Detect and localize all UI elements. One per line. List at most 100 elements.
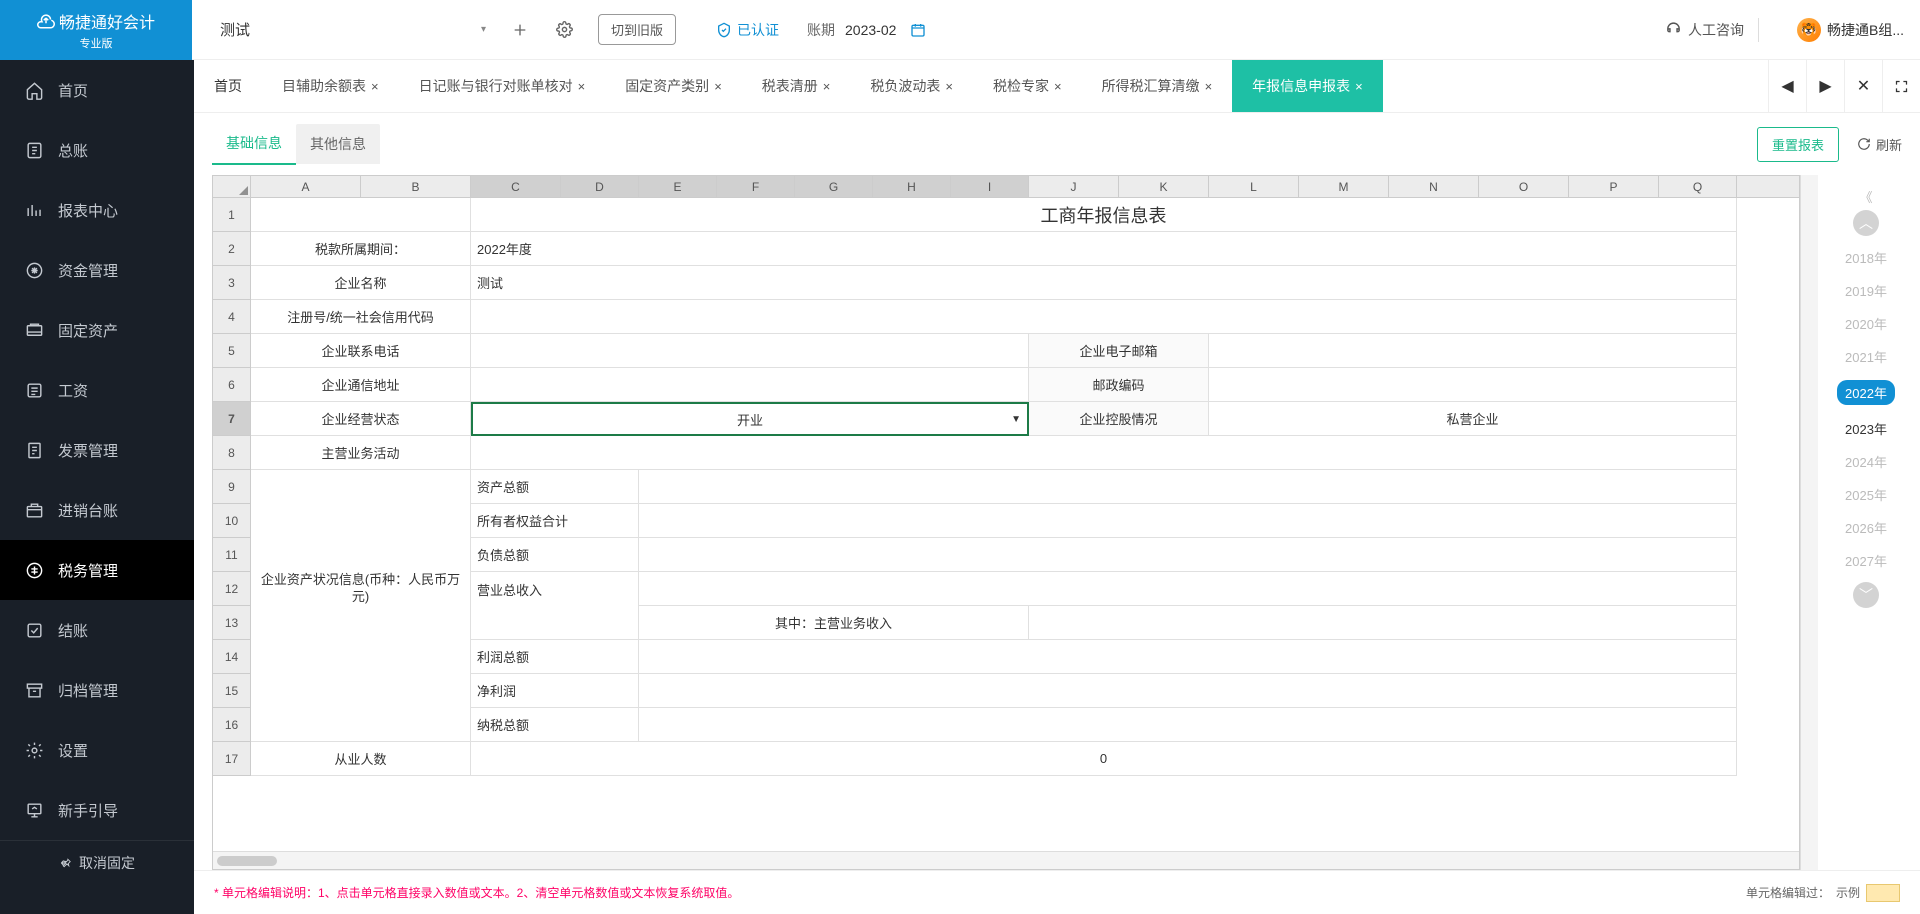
nav-item-funds[interactable]: 资金管理 bbox=[0, 240, 194, 300]
nav-item-report[interactable]: 报表中心 bbox=[0, 180, 194, 240]
rowhdr-8[interactable]: 8 bbox=[213, 436, 251, 470]
cell[interactable] bbox=[251, 538, 471, 572]
tab-3[interactable]: 税表清册× bbox=[742, 60, 851, 112]
cell[interactable] bbox=[639, 640, 1737, 674]
year-2018年[interactable]: 2018年 bbox=[1845, 248, 1887, 267]
cell[interactable] bbox=[251, 708, 471, 742]
support-link[interactable]: 人工咨询 bbox=[1665, 20, 1744, 40]
cell[interactable]: 企业通信地址 bbox=[251, 368, 471, 402]
cell[interactable]: 企业名称 bbox=[251, 266, 471, 300]
reset-button[interactable]: 重置报表 bbox=[1757, 127, 1839, 162]
tab-2[interactable]: 固定资产类别× bbox=[605, 60, 742, 112]
year-2025年[interactable]: 2025年 bbox=[1845, 485, 1887, 504]
colhdr-N[interactable]: N bbox=[1389, 176, 1479, 197]
colhdr-P[interactable]: P bbox=[1569, 176, 1659, 197]
cell[interactable]: 营业总收入 bbox=[471, 572, 639, 606]
colhdr-F[interactable]: F bbox=[717, 176, 795, 197]
cell[interactable]: 企业控股情况 bbox=[1029, 402, 1209, 436]
rowhdr-4[interactable]: 4 bbox=[213, 300, 251, 334]
cell[interactable] bbox=[639, 572, 1737, 606]
cell[interactable] bbox=[471, 368, 1029, 402]
year-2021年[interactable]: 2021年 bbox=[1845, 347, 1887, 366]
tab-close-all[interactable]: ✕ bbox=[1844, 60, 1882, 113]
year-2024年[interactable]: 2024年 bbox=[1845, 452, 1887, 471]
cell[interactable] bbox=[639, 538, 1737, 572]
year-2027年[interactable]: 2027年 bbox=[1845, 551, 1887, 570]
subtab-basic[interactable]: 基础信息 bbox=[212, 123, 296, 165]
cell[interactable] bbox=[251, 606, 471, 640]
cell[interactable]: 其中：主营业务收入 bbox=[639, 606, 1029, 640]
cell[interactable] bbox=[1029, 606, 1737, 640]
subtab-other[interactable]: 其他信息 bbox=[296, 124, 380, 164]
cell[interactable] bbox=[1209, 368, 1737, 402]
year-2026年[interactable]: 2026年 bbox=[1845, 518, 1887, 537]
cell[interactable]: 开业▼ bbox=[471, 402, 1029, 436]
colhdr-Q[interactable]: Q bbox=[1659, 176, 1737, 197]
cell[interactable] bbox=[251, 674, 471, 708]
tab-7[interactable]: 年报信息申报表× bbox=[1232, 60, 1383, 112]
unpin-button[interactable]: 取消固定 bbox=[0, 840, 194, 884]
colhdr-G[interactable]: G bbox=[795, 176, 873, 197]
add-icon[interactable] bbox=[502, 12, 538, 48]
rowhdr-1[interactable]: 1 bbox=[213, 198, 251, 232]
colhdr-M[interactable]: M bbox=[1299, 176, 1389, 197]
tab-close-icon[interactable]: × bbox=[945, 79, 953, 94]
cell[interactable] bbox=[251, 470, 471, 504]
nav-item-wage[interactable]: 工资 bbox=[0, 360, 194, 420]
colhdr-C[interactable]: C bbox=[471, 176, 561, 197]
cell[interactable] bbox=[639, 708, 1737, 742]
rowhdr-11[interactable]: 11 bbox=[213, 538, 251, 572]
cell[interactable]: 2022年度 bbox=[471, 232, 1737, 266]
nav-item-invoice[interactable]: 发票管理 bbox=[0, 420, 194, 480]
rowhdr-10[interactable]: 10 bbox=[213, 504, 251, 538]
rowhdr-16[interactable]: 16 bbox=[213, 708, 251, 742]
cell[interactable] bbox=[251, 504, 471, 538]
cell[interactable] bbox=[471, 606, 639, 640]
rowhdr-6[interactable]: 6 bbox=[213, 368, 251, 402]
gear-icon[interactable] bbox=[546, 12, 582, 48]
rowhdr-7[interactable]: 7 bbox=[213, 402, 251, 436]
period-value[interactable]: 2023-02 bbox=[845, 22, 896, 38]
cell[interactable]: 主营业务活动 bbox=[251, 436, 471, 470]
colhdr-J[interactable]: J bbox=[1029, 176, 1119, 197]
colhdr-H[interactable]: H bbox=[873, 176, 951, 197]
cell[interactable]: 邮政编码 bbox=[1029, 368, 1209, 402]
cell[interactable]: 注册号/统一社会信用代码 bbox=[251, 300, 471, 334]
cell[interactable] bbox=[639, 674, 1737, 708]
tab-scroll-left[interactable]: ◀ bbox=[1768, 60, 1806, 113]
colhdr-D[interactable]: D bbox=[561, 176, 639, 197]
nav-item-home[interactable]: 首页 bbox=[0, 60, 194, 120]
tab-1[interactable]: 日记账与银行对账单核对× bbox=[399, 60, 606, 112]
colhdr-E[interactable]: E bbox=[639, 176, 717, 197]
cell[interactable]: 企业电子邮箱 bbox=[1029, 334, 1209, 368]
rowhdr-17[interactable]: 17 bbox=[213, 742, 251, 776]
cell[interactable] bbox=[639, 504, 1737, 538]
rowhdr-3[interactable]: 3 bbox=[213, 266, 251, 300]
year-2022年[interactable]: 2022年 bbox=[1837, 380, 1895, 405]
tab-4[interactable]: 税负波动表× bbox=[850, 60, 973, 112]
tab-home[interactable]: 首页 bbox=[194, 60, 262, 112]
rowhdr-2[interactable]: 2 bbox=[213, 232, 251, 266]
refresh-button[interactable]: 刷新 bbox=[1857, 135, 1902, 154]
cell[interactable] bbox=[471, 300, 1737, 334]
cell[interactable] bbox=[471, 436, 1737, 470]
switch-old-button[interactable]: 切到旧版 bbox=[598, 14, 676, 45]
nav-item-ledger[interactable]: 总账 bbox=[0, 120, 194, 180]
year-up[interactable]: ︿ bbox=[1853, 210, 1879, 236]
horizontal-scrollbar[interactable] bbox=[213, 851, 1799, 869]
cell[interactable]: 利润总额 bbox=[471, 640, 639, 674]
nav-item-asset[interactable]: 固定资产 bbox=[0, 300, 194, 360]
colhdr-L[interactable]: L bbox=[1209, 176, 1299, 197]
cell[interactable]: 纳税总额 bbox=[471, 708, 639, 742]
colhdr-B[interactable]: B bbox=[361, 176, 471, 197]
spreadsheet[interactable]: ABCDEFGHIJKLMNOPQ 1工商年报信息表2税款所属期间：2022年度… bbox=[212, 175, 1800, 870]
cell[interactable]: 负债总额 bbox=[471, 538, 639, 572]
cell[interactable]: 0 bbox=[471, 742, 1737, 776]
colhdr-A[interactable]: A bbox=[251, 176, 361, 197]
nav-item-archive[interactable]: 归档管理 bbox=[0, 660, 194, 720]
tab-close-icon[interactable]: × bbox=[823, 79, 831, 94]
colhdr-I[interactable]: I bbox=[951, 176, 1029, 197]
cell[interactable]: 资产总额 bbox=[471, 470, 639, 504]
cell[interactable] bbox=[471, 334, 1029, 368]
cell[interactable]: 税款所属期间： bbox=[251, 232, 471, 266]
